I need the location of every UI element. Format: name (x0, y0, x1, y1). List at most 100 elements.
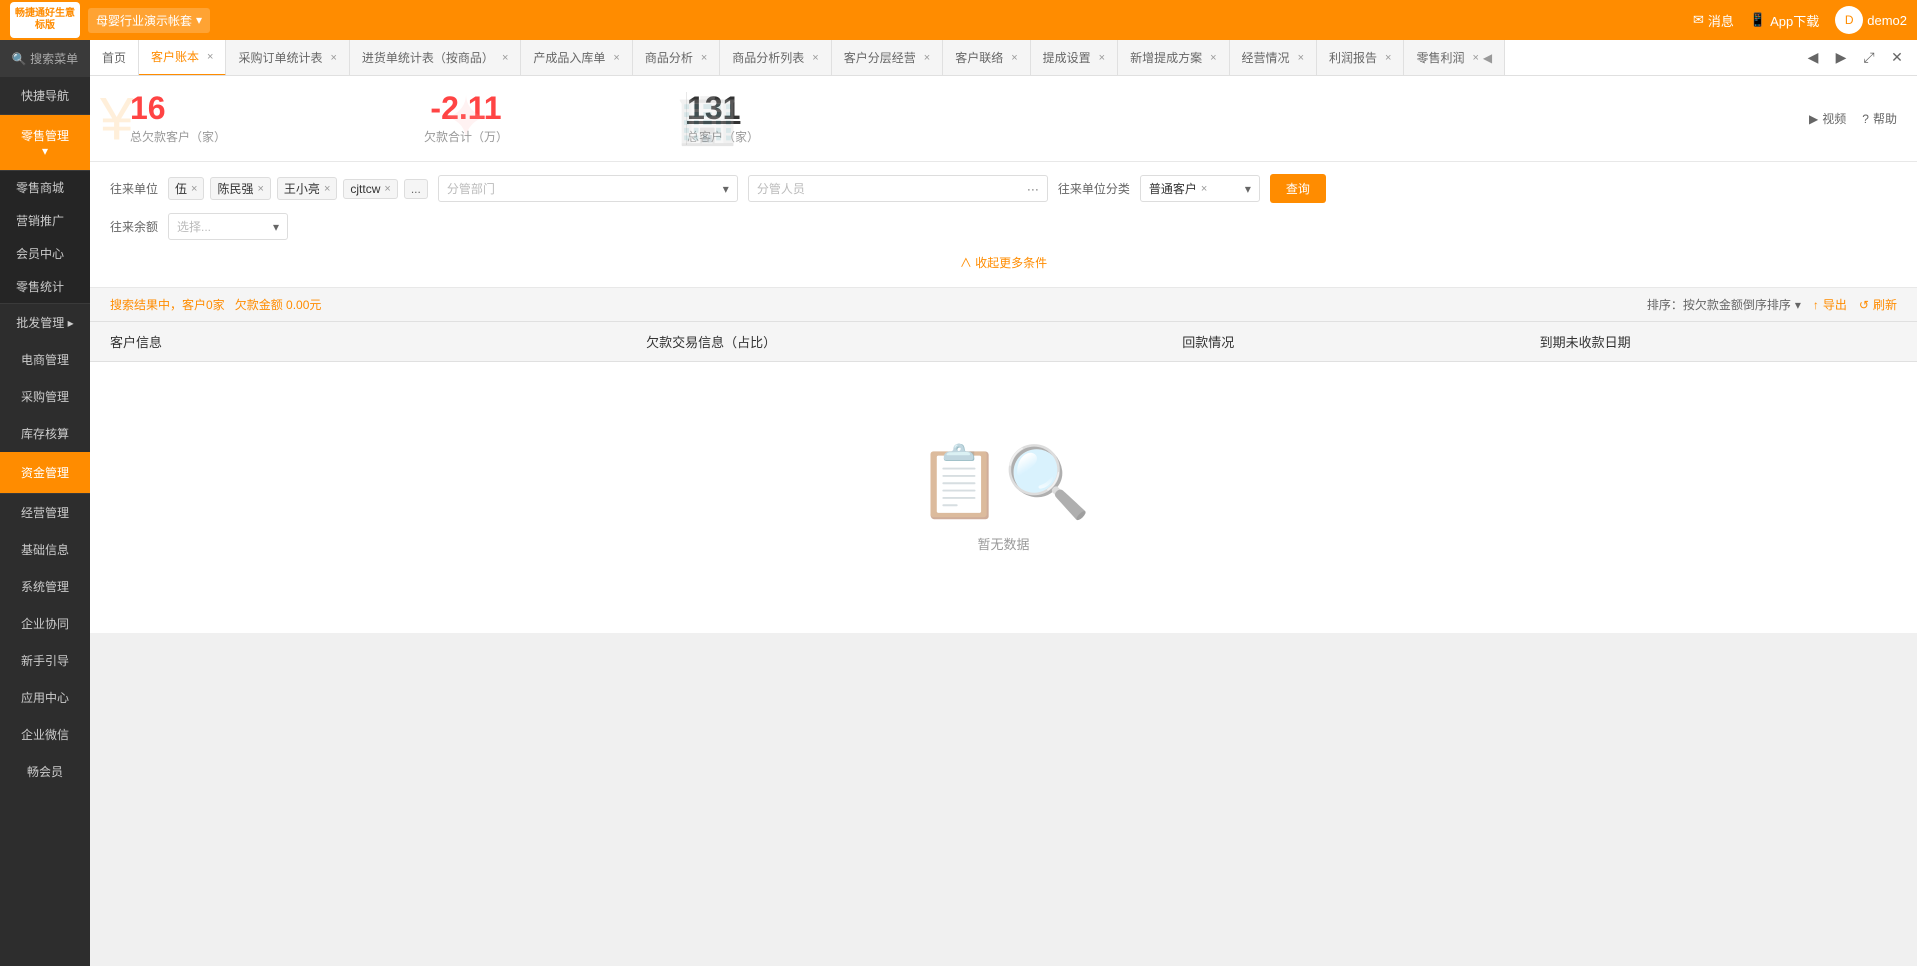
sidebar-item-wholesale[interactable]: 批发管理 ▸ (0, 304, 90, 341)
video-btn[interactable]: ▶ 视频 (1809, 110, 1846, 127)
tab-close-purchase-stats[interactable]: × (330, 52, 336, 64)
tab-close-all[interactable]: ✕ (1885, 46, 1909, 70)
tab-close-incoming-stats[interactable]: × (502, 52, 508, 64)
results-actions: 排序：按欠款金额倒序排序 ▾ ↑ 导出 ↺ 刷新 (1647, 296, 1897, 313)
filter-tag-chen: 陈民强 × (210, 177, 270, 200)
filter-row-1: 往来单位 伍 × 陈民强 × 王小亮 (110, 174, 1897, 203)
stat-middle-block: ✦ -2.11 欠款合计（万） (266, 92, 666, 145)
tab-close-commission[interactable]: × (1099, 52, 1105, 64)
tab-product-analysis[interactable]: 商品分析 × (633, 40, 720, 76)
tab-incoming-stats[interactable]: 进货单统计表（按商品） × (350, 40, 521, 76)
dept-filter-placeholder: 分管部门 (447, 180, 495, 197)
sidebar-item-inventory[interactable]: 库存核算 (0, 415, 90, 452)
tab-close-new-commission[interactable]: × (1210, 52, 1216, 64)
user-menu[interactable]: D demo2 (1835, 6, 1907, 34)
remove-tag-wang[interactable]: × (324, 183, 330, 195)
credit-filter-select[interactable]: 选择... ▾ (168, 213, 288, 240)
refresh-button[interactable]: ↺ 刷新 (1859, 296, 1897, 313)
sidebar-item-basic-info[interactable]: 基础信息 (0, 531, 90, 568)
app-download-btn[interactable]: 📱 App下载 (1750, 11, 1819, 30)
sidebar-item-purchase[interactable]: 采购管理 (0, 378, 90, 415)
download-icon: 📱 (1750, 12, 1766, 28)
category-filter-select[interactable]: 普通客户 × ▾ (1140, 175, 1260, 202)
tab-close-customer-tier[interactable]: × (924, 52, 930, 64)
export-icon: ↑ (1813, 298, 1819, 312)
sidebar-item-retail-stats[interactable]: 零售统计 (0, 270, 90, 303)
tab-new-commission[interactable]: 新增提成方案 × (1118, 40, 1229, 76)
tab-customer-tier[interactable]: 客户分层经营 × (832, 40, 943, 76)
tab-bar: 首页 客户账本 × 采购订单统计表 × 进货单统计表（按商品） × 产成品入库单… (90, 40, 1917, 76)
category-tag-normal: 普通客户 × (1149, 180, 1207, 197)
help-icon: ? (1862, 112, 1869, 126)
messages-btn[interactable]: ✉ 消息 (1693, 11, 1734, 30)
sort-selector[interactable]: 排序：按欠款金额倒序排序 ▾ (1647, 296, 1801, 313)
tab-close-finished-goods[interactable]: × (613, 52, 619, 64)
tab-scroll-right[interactable]: ▶ (1829, 46, 1853, 70)
query-button[interactable]: 查询 (1270, 174, 1326, 203)
sidebar-item-finance[interactable]: 资金管理 (0, 452, 90, 494)
sidebar: 🔍 搜索菜单 快捷导航 零售管理 ▾ 零售商城 营销推广 会员中心 零售统计 (0, 40, 90, 966)
refresh-icon: ↺ (1859, 298, 1869, 312)
tab-product-analysis-list[interactable]: 商品分析列表 × (720, 40, 831, 76)
sidebar-item-retail-mall[interactable]: 零售商城 (0, 171, 90, 204)
sidebar-item-system[interactable]: 系统管理 (0, 568, 90, 605)
logo-text: 畅捷通好生意 标版 (15, 8, 75, 32)
tab-purchase-stats[interactable]: 采购订单统计表 × (226, 40, 349, 76)
collapse-filters-btn[interactable]: ∧ 收起更多条件 (110, 250, 1897, 275)
tab-profit-report[interactable]: 利润报告 × (1317, 40, 1404, 76)
category-filter-label: 往来单位分类 (1058, 180, 1130, 197)
tab-close-product-analysis-list[interactable]: × (812, 52, 818, 64)
person-filter-select[interactable]: 分管人员 ··· (748, 175, 1048, 202)
sidebar-item-chang-member[interactable]: 畅会员 (0, 753, 90, 790)
remove-category-tag[interactable]: × (1201, 183, 1207, 195)
empty-text: 暂无数据 (977, 534, 1029, 553)
tab-close-retail-profit[interactable]: × (1472, 52, 1478, 64)
col-credit-info: 欠款交易信息（占比） (646, 332, 1182, 351)
sidebar-item-new-guide[interactable]: 新手引导 (0, 642, 90, 679)
tab-expand[interactable]: ⤢ (1857, 46, 1881, 70)
tab-close-product-analysis[interactable]: × (701, 52, 707, 64)
remove-tag-cjttcw[interactable]: × (384, 183, 390, 195)
account-selector[interactable]: 母婴行业演示帐套 ▾ (88, 8, 210, 33)
tab-scroll-left[interactable]: ◀ (1801, 46, 1825, 70)
unit-filter-label: 往来单位 (110, 180, 158, 197)
sidebar-item-enterprise-wechat[interactable]: 企业微信 (0, 716, 90, 753)
tab-customer-contact[interactable]: 客户联络 × (943, 40, 1030, 76)
tab-finished-goods[interactable]: 产成品入库单 × (521, 40, 632, 76)
more-icon-person: ··· (1027, 182, 1039, 196)
empty-state-icon: 📋🔍 (916, 442, 1090, 524)
sidebar-item-retail-management[interactable]: 零售管理 ▾ (0, 115, 90, 171)
chevron-down-icon: ▾ (196, 13, 202, 27)
filter-tag-cjttcw: cjttcw × (343, 179, 397, 199)
chevron-up-icon: ∧ (960, 256, 972, 270)
tab-close-profit[interactable]: × (1385, 52, 1391, 64)
sidebar-item-member-center[interactable]: 会员中心 (0, 237, 90, 270)
tab-actions: ◀ ▶ ⤢ ✕ (1793, 46, 1917, 70)
sidebar-item-ecommerce[interactable]: 电商管理 (0, 341, 90, 378)
col-customer-info: 客户信息 (110, 332, 646, 351)
tab-operations[interactable]: 经营情况 × (1230, 40, 1317, 76)
data-table: 客户信息 欠款交易信息（占比） 回款情况 到期未收款日期 📋🔍 暂无数据 (90, 322, 1917, 633)
help-btn[interactable]: ? 帮助 (1862, 110, 1897, 127)
export-button[interactable]: ↑ 导出 (1813, 296, 1847, 313)
tab-close-customer-contact[interactable]: × (1011, 52, 1017, 64)
tab-customer-ledger[interactable]: 客户账本 × (139, 40, 226, 76)
sidebar-item-operations[interactable]: 经营管理 (0, 494, 90, 531)
tab-close-customer-ledger[interactable]: × (207, 51, 213, 63)
sidebar-search[interactable]: 🔍 搜索菜单 (0, 40, 90, 77)
remove-tag-wu[interactable]: × (191, 183, 197, 195)
sidebar-item-app-center[interactable]: 应用中心 (0, 679, 90, 716)
sidebar-item-enterprise-collab[interactable]: 企业协同 (0, 605, 90, 642)
filter-more-btn[interactable]: ... (404, 179, 428, 199)
credit-filter-label: 往来余额 (110, 218, 158, 235)
filter-tag-wu: 伍 × (168, 177, 204, 200)
remove-tag-chen[interactable]: × (257, 183, 263, 195)
tab-close-operations[interactable]: × (1298, 52, 1304, 64)
tab-home[interactable]: 首页 (90, 40, 139, 76)
tab-commission-settings[interactable]: 提成设置 × (1031, 40, 1118, 76)
tab-retail-profit[interactable]: 零售利润 × ◀ (1404, 40, 1505, 76)
sidebar-item-quick-nav[interactable]: 快捷导航 (0, 77, 90, 114)
dept-filter-select[interactable]: 分管部门 ▾ (438, 175, 738, 202)
sidebar-item-marketing[interactable]: 营销推广 (0, 204, 90, 237)
results-bar: 搜索结果中，客户0家 欠款金额 0.00元 排序：按欠款金额倒序排序 ▾ ↑ 导… (90, 288, 1917, 322)
